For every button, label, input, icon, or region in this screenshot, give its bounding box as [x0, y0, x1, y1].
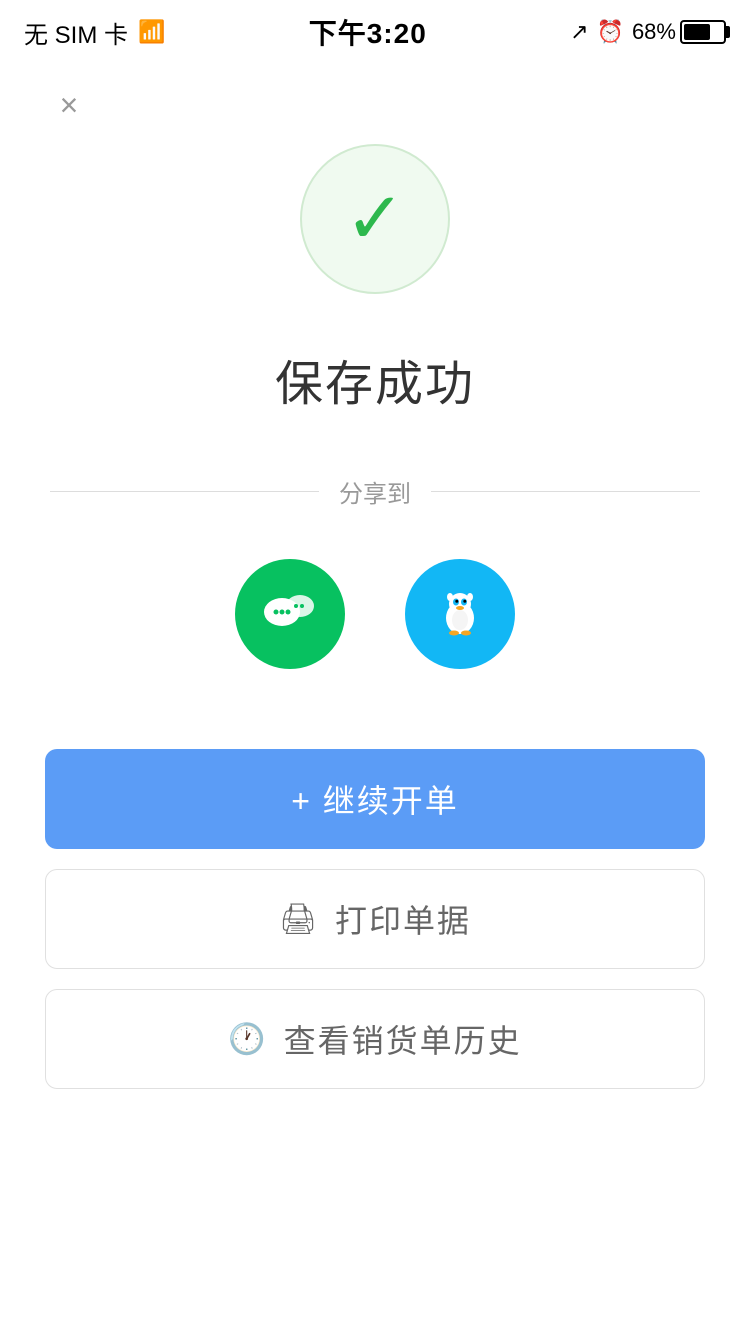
continue-order-button[interactable]: + 继续开单 [45, 749, 705, 849]
continue-order-label: + 继续开单 [291, 776, 459, 822]
battery-container: 68% [632, 19, 726, 45]
action-buttons: + 继续开单 🖨 打印单据 🕐 查看销货单历史 [45, 749, 705, 1089]
share-label: 分享到 [319, 474, 431, 509]
divider-right [431, 491, 700, 492]
qq-share-button[interactable] [405, 559, 515, 669]
share-icons-row [235, 559, 515, 669]
battery-icon [680, 20, 726, 44]
wechat-icon [258, 582, 322, 646]
print-icon: 🖨 [279, 902, 319, 937]
history-icon: 🕐 [228, 1022, 267, 1057]
history-label: 查看销货单历史 [284, 1016, 522, 1062]
battery-text: 68% [632, 19, 676, 45]
share-divider: 分享到 [50, 474, 700, 509]
divider-left [50, 491, 319, 492]
checkmark-icon: ✓ [345, 183, 405, 255]
print-button[interactable]: 🖨 打印单据 [45, 869, 705, 969]
history-button[interactable]: 🕐 查看销货单历史 [45, 989, 705, 1089]
alarm-icon: ⏰ [597, 19, 624, 45]
success-circle: ✓ [300, 144, 450, 294]
main-content: ✓ 保存成功 分享到 [0, 64, 750, 1089]
battery-fill [684, 24, 710, 40]
print-label: 打印单据 [335, 896, 471, 942]
status-left: 无 SIM 卡 📶 [24, 15, 165, 50]
location-icon: ↗ [570, 19, 588, 45]
qq-icon [432, 586, 488, 642]
status-right: ↗ ⏰ 68% [570, 19, 726, 45]
sim-label: 无 SIM 卡 [24, 15, 128, 50]
status-time: 下午3:20 [309, 12, 427, 52]
wifi-icon: 📶 [138, 19, 165, 45]
close-icon: × [60, 89, 79, 121]
status-bar: 无 SIM 卡 📶 下午3:20 ↗ ⏰ 68% [0, 0, 750, 64]
success-title: 保存成功 [275, 344, 475, 414]
close-button[interactable]: × [44, 80, 94, 130]
wechat-share-button[interactable] [235, 559, 345, 669]
